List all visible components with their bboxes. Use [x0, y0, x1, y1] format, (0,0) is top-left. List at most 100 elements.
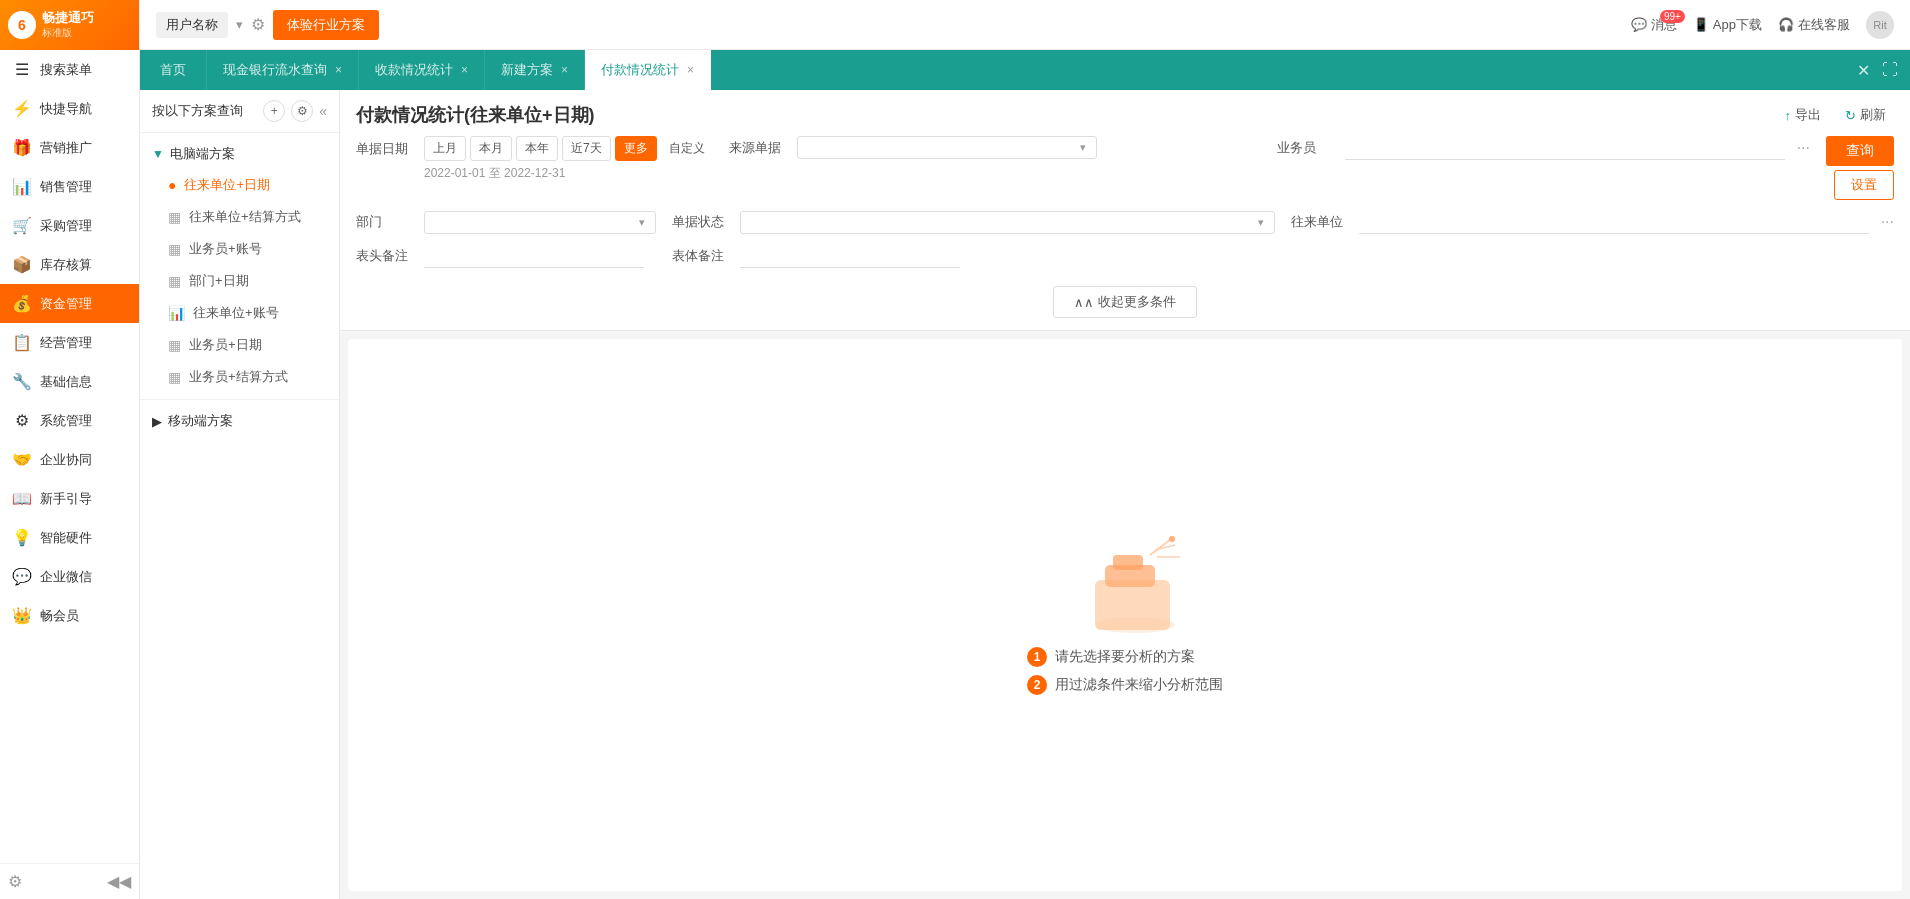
trial-button[interactable]: 体验行业方案: [273, 10, 379, 40]
status-select[interactable]: ▾: [740, 211, 1275, 234]
scheme-item-4[interactable]: 📊 往来单位+账号: [140, 297, 339, 329]
sidebar-item-finance[interactable]: 💰 资金管理: [0, 284, 139, 323]
marketing-icon: 🎁: [12, 138, 32, 157]
scheme-active-icon: ●: [168, 177, 176, 193]
sidebar-item-label: 销售管理: [40, 178, 92, 196]
sidebar-item-label: 智能硬件: [40, 529, 92, 547]
sidebar-item-search[interactable]: ☰ 搜索菜单: [0, 50, 139, 89]
sidebar-footer: ⚙ ◀◀: [0, 863, 139, 899]
counterpart-input[interactable]: [1359, 210, 1869, 234]
header-remark-input[interactable]: [424, 244, 644, 268]
tab-new-scheme[interactable]: 新建方案 ×: [485, 50, 585, 90]
sidebar-item-base[interactable]: 🔧 基础信息: [0, 362, 139, 401]
scheme-item-6[interactable]: ▦ 业务员+结算方式: [140, 361, 339, 393]
dept-select[interactable]: ▾: [424, 211, 656, 234]
topbar-username[interactable]: 用户名称: [156, 12, 228, 38]
empty-state: 1 请先选择要分析的方案 2 用过滤条件来缩小分析范围: [348, 339, 1902, 891]
add-scheme-button[interactable]: +: [263, 100, 285, 122]
sidebar-item-management[interactable]: 📋 经营管理: [0, 323, 139, 362]
sidebar-item-wechat[interactable]: 💬 企业微信: [0, 557, 139, 596]
notice-badge: 99+: [1660, 10, 1685, 23]
staff-dots-icon[interactable]: ···: [1797, 139, 1810, 157]
guide-icon: 📖: [12, 489, 32, 508]
topbar-chevron-icon[interactable]: ▾: [236, 17, 243, 32]
this-year-btn[interactable]: 本年: [516, 136, 558, 161]
tab-payment-stats[interactable]: 付款情况统计 ×: [585, 50, 711, 90]
sidebar-item-label: 营销推广: [40, 139, 92, 157]
collapse-sidebar-icon[interactable]: ◀◀: [107, 872, 131, 891]
source-chevron-icon: ▾: [1080, 141, 1086, 154]
sidebar-item-member[interactable]: 👑 畅会员: [0, 596, 139, 635]
date-buttons-group: 上月 本月 本年 近7天 更多 自定义: [424, 136, 713, 161]
tab-close-icon[interactable]: ×: [335, 63, 342, 77]
last-month-btn[interactable]: 上月: [424, 136, 466, 161]
app-name: 畅捷通巧: [42, 10, 94, 26]
last-7days-btn[interactable]: 近7天: [562, 136, 611, 161]
app-version: 标准版: [42, 26, 94, 40]
scheme-settings-button[interactable]: ⚙: [291, 100, 313, 122]
pc-scheme-group-title[interactable]: ▼ 电脑端方案: [140, 139, 339, 169]
collapse-filter-button[interactable]: ∧∧ 收起更多条件: [1053, 286, 1197, 318]
app-title-group: 畅捷通巧 标准版: [42, 10, 94, 40]
tab-close-icon[interactable]: ×: [461, 63, 468, 77]
query-button[interactable]: 查询: [1826, 136, 1894, 166]
scheme-item-label: 业务员+结算方式: [189, 368, 288, 386]
sidebar: 6 畅捷通巧 标准版 ☰ 搜索菜单 ⚡ 快捷导航 🎁 营销推广 📊 销售管理 🛒…: [0, 0, 140, 899]
purchase-icon: 🛒: [12, 216, 32, 235]
date-range-display: 2022-01-01 至 2022-12-31: [356, 165, 713, 182]
collapse-panel-icon[interactable]: «: [319, 103, 327, 119]
online-service-button[interactable]: 🎧 在线客服: [1778, 16, 1850, 34]
sidebar-item-collab[interactable]: 🤝 企业协同: [0, 440, 139, 479]
scheme-chart-icon: 📊: [168, 305, 185, 321]
sidebar-item-purchase[interactable]: 🛒 采购管理: [0, 206, 139, 245]
sidebar-item-label: 快捷导航: [40, 100, 92, 118]
svg-line-6: [1155, 545, 1175, 550]
close-all-tabs-icon[interactable]: ✕: [1853, 57, 1874, 84]
more-date-btn[interactable]: 更多: [615, 136, 657, 161]
sidebar-item-inventory[interactable]: 📦 库存核算: [0, 245, 139, 284]
notice-button[interactable]: 💬 消息 99+: [1631, 16, 1677, 34]
mobile-scheme-group-title[interactable]: ▶ 移动端方案: [140, 406, 339, 436]
staff-input[interactable]: [1345, 136, 1784, 160]
settings-footer-icon[interactable]: ⚙: [8, 872, 22, 891]
tab-home[interactable]: 首页: [140, 50, 207, 90]
chevron-down-icon: ▼: [152, 147, 164, 161]
refresh-button[interactable]: ↻ 刷新: [1837, 102, 1894, 128]
app-download-button[interactable]: 📱 App下载: [1693, 16, 1762, 34]
this-month-btn[interactable]: 本月: [470, 136, 512, 161]
tab-close-icon[interactable]: ×: [561, 63, 568, 77]
sidebar-item-sales[interactable]: 📊 销售管理: [0, 167, 139, 206]
export-button[interactable]: ↑ 导出: [1777, 102, 1830, 128]
sidebar-item-hardware[interactable]: 💡 智能硬件: [0, 518, 139, 557]
user-avatar[interactable]: Rit: [1866, 11, 1894, 39]
sidebar-item-label: 库存核算: [40, 256, 92, 274]
scheme-panel-header: 按以下方案查询 + ⚙ «: [140, 90, 339, 133]
body-remark-input[interactable]: [740, 244, 960, 268]
scheme-item-2[interactable]: ▦ 业务员+账号: [140, 233, 339, 265]
staff-label: 业务员: [1277, 139, 1337, 157]
scheme-item-label: 业务员+日期: [189, 336, 262, 354]
scheme-item-5[interactable]: ▦ 业务员+日期: [140, 329, 339, 361]
scheme-item-3[interactable]: ▦ 部门+日期: [140, 265, 339, 297]
empty-hint-1: 1 请先选择要分析的方案: [1027, 647, 1223, 667]
svg-rect-1: [1095, 580, 1170, 630]
sidebar-item-quicknav[interactable]: ⚡ 快捷导航: [0, 89, 139, 128]
sidebar-item-system[interactable]: ⚙ 系统管理: [0, 401, 139, 440]
counterpart-dots-icon[interactable]: ···: [1881, 213, 1894, 231]
sidebar-item-label: 新手引导: [40, 490, 92, 508]
sidebar-item-marketing[interactable]: 🎁 营销推广: [0, 128, 139, 167]
scheme-panel: 按以下方案查询 + ⚙ « ▼ 电脑端方案 ● 往来单位+日期 ▦: [140, 90, 340, 899]
tab-close-icon[interactable]: ×: [687, 63, 694, 77]
custom-date-btn[interactable]: 自定义: [661, 137, 713, 160]
topbar-gear-icon[interactable]: ⚙: [251, 15, 265, 34]
svg-point-5: [1169, 536, 1175, 542]
source-select[interactable]: ▾: [797, 136, 1097, 159]
scheme-item-1[interactable]: ▦ 往来单位+结算方式: [140, 201, 339, 233]
tab-receipt-stats[interactable]: 收款情况统计 ×: [359, 50, 485, 90]
sidebar-item-guide[interactable]: 📖 新手引导: [0, 479, 139, 518]
tab-cash-flow[interactable]: 现金银行流水查询 ×: [207, 50, 359, 90]
scheme-panel-actions: + ⚙ «: [263, 100, 327, 122]
maximize-icon[interactable]: ⛶: [1878, 57, 1902, 83]
scheme-item-0[interactable]: ● 往来单位+日期: [140, 169, 339, 201]
settings-button[interactable]: 设置: [1834, 170, 1894, 200]
